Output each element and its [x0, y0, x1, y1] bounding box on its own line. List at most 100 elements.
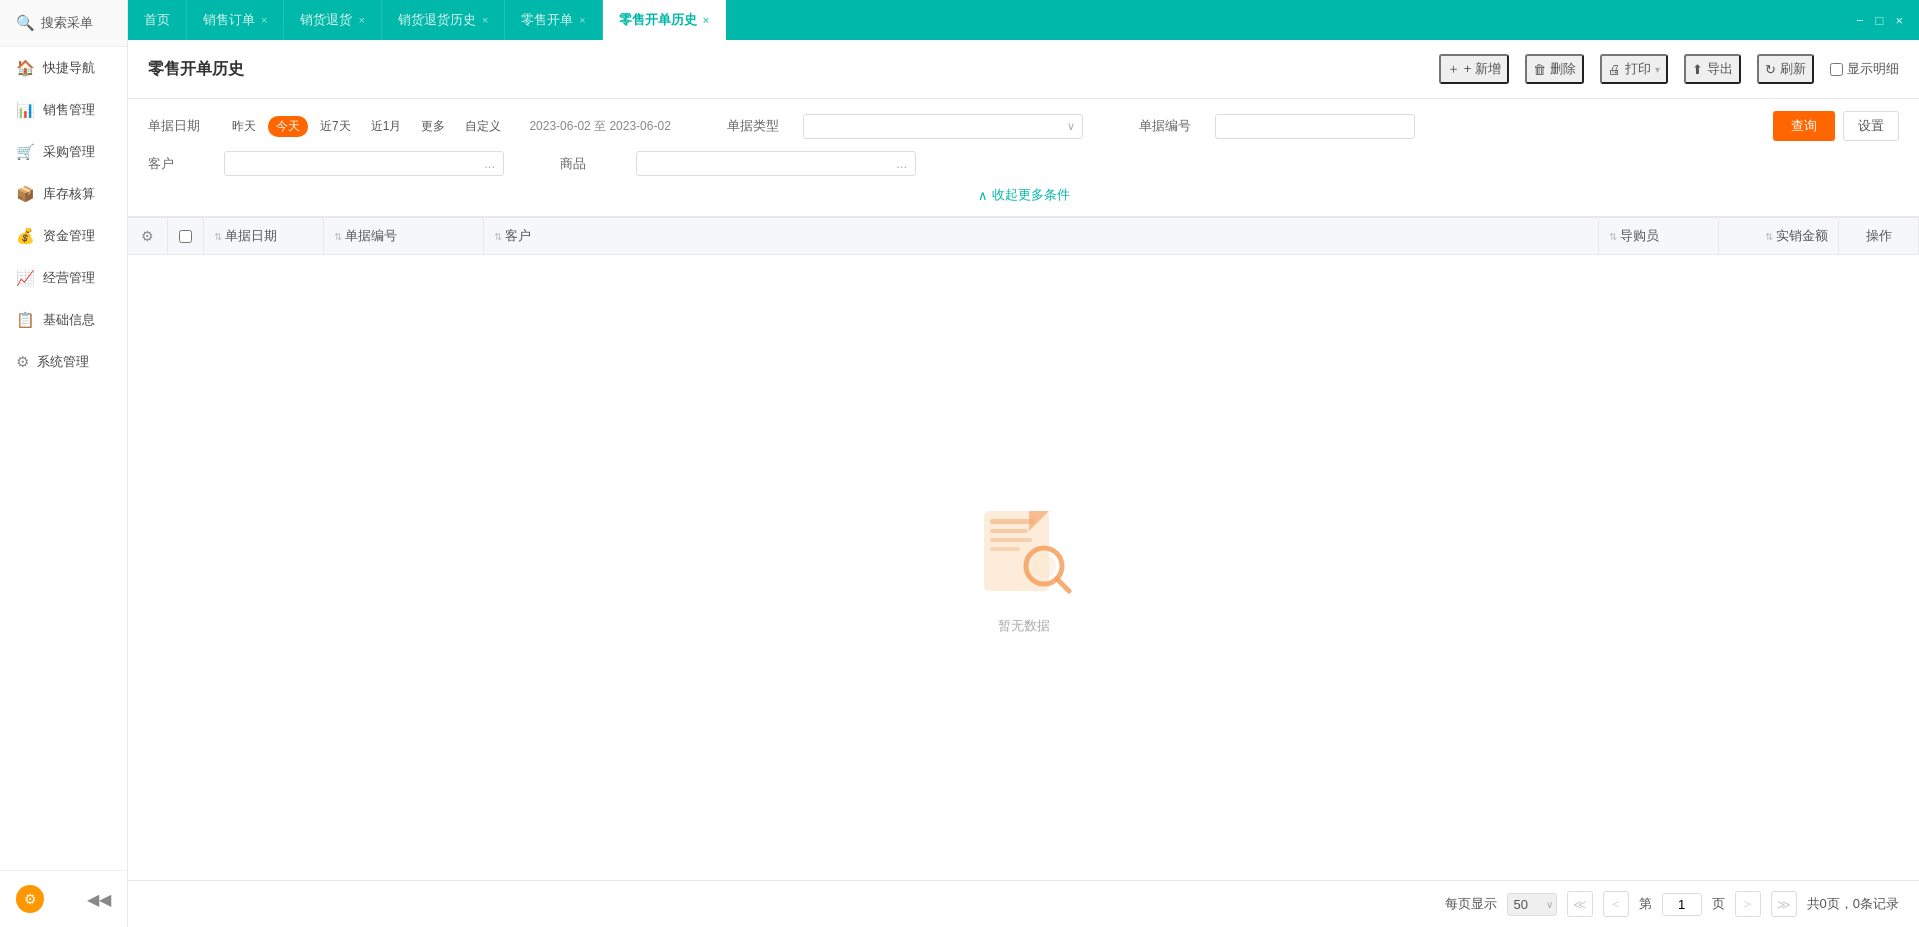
svg-rect-1 — [990, 519, 1035, 524]
refresh-button[interactable]: ↻ 刷新 — [1757, 54, 1814, 84]
delete-icon: 🗑 — [1533, 62, 1546, 77]
next-page-button[interactable]: ＞ — [1735, 891, 1761, 917]
th-no-sort-icon: ⇅ — [334, 231, 342, 242]
th-amount[interactable]: ⇅ 实销金额 — [1719, 217, 1839, 255]
content-area: 零售开单历史 ＋ + 新增 🗑 删除 🖨 打印 ▾ ⬆ 导出 — [128, 40, 1919, 927]
tab-close-retail-history[interactable]: × — [703, 14, 709, 26]
prev-page-button[interactable]: ＜ — [1603, 891, 1629, 917]
th-no-label: 单据编号 — [345, 227, 397, 245]
finance-icon: 💰 — [16, 227, 35, 245]
svg-rect-4 — [990, 547, 1020, 551]
th-amount-label: 实销金额 — [1776, 227, 1828, 245]
page-number-input[interactable] — [1662, 893, 1702, 916]
refresh-icon: ↻ — [1765, 62, 1776, 77]
sidebar-item-basic-info[interactable]: 📋基础信息 — [0, 299, 127, 341]
tab-retail-open[interactable]: 零售开单× — [505, 0, 602, 40]
page-suffix-label: 页 — [1712, 895, 1725, 913]
per-page-select[interactable]: 10 20 50 100 — [1507, 893, 1557, 916]
filter-row-1: 单据日期 昨天 今天 近7天 近1月 更多 自定义 2023-06-02 至 2… — [148, 111, 1899, 141]
doc-type-select[interactable] — [803, 114, 1083, 139]
pagination-bar: 每页显示 10 20 50 100 ≪ ＜ 第 页 ＞ ≫ 共0页，0条记录 — [128, 880, 1919, 927]
sidebar-search[interactable]: 🔍 搜索采单 — [0, 0, 127, 47]
th-guide-sort-icon: ⇅ — [1609, 231, 1617, 242]
main-area: 首页销售订单×销货退货×销货退货历史×零售开单×零售开单历史× − □ × 零售… — [128, 0, 1919, 927]
sidebar-item-inventory[interactable]: 📦库存核算 — [0, 173, 127, 215]
th-no[interactable]: ⇅ 单据编号 — [324, 217, 484, 255]
yesterday-btn[interactable]: 昨天 — [224, 116, 264, 137]
display-detail-toggle[interactable]: 显示明细 — [1830, 60, 1899, 78]
date-filter-buttons: 昨天 今天 近7天 近1月 更多 自定义 — [224, 116, 509, 137]
tab-home[interactable]: 首页 — [128, 0, 187, 40]
week-btn[interactable]: 近7天 — [312, 116, 359, 137]
table-body: 暂无数据 — [128, 255, 1919, 880]
svg-rect-3 — [990, 538, 1032, 542]
collapse-label: 收起更多条件 — [992, 186, 1070, 204]
tab-close-retail-open[interactable]: × — [579, 14, 585, 26]
select-all-checkbox[interactable] — [179, 230, 192, 243]
doc-type-label: 单据类型 — [727, 117, 787, 135]
system-mgmt-icon: ⚙ — [16, 353, 29, 371]
export-button[interactable]: ⬆ 导出 — [1684, 54, 1741, 84]
th-settings[interactable]: ⚙ — [128, 217, 168, 255]
first-page-button[interactable]: ≪ — [1567, 891, 1593, 917]
display-detail-checkbox[interactable] — [1830, 63, 1843, 76]
th-date-sort-icon: ⇅ — [214, 231, 222, 242]
sidebar-item-quick-nav[interactable]: 🏠快捷导航 — [0, 47, 127, 89]
sidebar-collapse-button[interactable]: ◀◀ — [87, 890, 111, 909]
sidebar-bottom: ⚙ ◀◀ — [0, 870, 127, 927]
sidebar-item-purchase-mgmt[interactable]: 🛒采购管理 — [0, 131, 127, 173]
month-btn[interactable]: 近1月 — [363, 116, 410, 137]
add-button[interactable]: ＋ + 新增 — [1439, 54, 1509, 84]
tab-close-sales-order[interactable]: × — [261, 14, 267, 26]
custom-btn[interactable]: 自定义 — [457, 116, 509, 137]
page-prefix-label: 第 — [1639, 895, 1652, 913]
customer-input[interactable]: ... — [224, 151, 504, 176]
empty-text: 暂无数据 — [998, 617, 1050, 635]
sidebar-search-label: 搜索采单 — [41, 14, 93, 32]
sidebar-item-system-mgmt[interactable]: ⚙系统管理 — [0, 341, 127, 383]
th-checkbox[interactable] — [168, 217, 204, 255]
doc-no-label: 单据编号 — [1139, 117, 1199, 135]
tab-sales-order[interactable]: 销售订单× — [187, 0, 284, 40]
print-icon: 🖨 — [1608, 62, 1621, 77]
sidebar-item-business[interactable]: 📈经营管理 — [0, 257, 127, 299]
customer-label: 客户 — [148, 155, 208, 173]
doc-no-input[interactable] — [1215, 114, 1415, 139]
tab-close-sales-return[interactable]: × — [358, 14, 364, 26]
export-icon: ⬆ — [1692, 62, 1703, 77]
sidebar-item-finance[interactable]: 💰资金管理 — [0, 215, 127, 257]
add-icon: ＋ — [1447, 60, 1460, 78]
date-range-display: 2023-06-02 至 2023-06-02 — [529, 118, 670, 135]
more-btn[interactable]: 更多 — [413, 116, 453, 137]
print-button[interactable]: 🖨 打印 ▾ — [1600, 54, 1668, 84]
last-page-button[interactable]: ≫ — [1771, 891, 1797, 917]
th-customer[interactable]: ⇅ 客户 — [484, 217, 1599, 255]
sidebar-item-sales-mgmt[interactable]: 📊销售管理 — [0, 89, 127, 131]
filter-area: 单据日期 昨天 今天 近7天 近1月 更多 自定义 2023-06-02 至 2… — [128, 99, 1919, 217]
th-date[interactable]: ⇅ 单据日期 — [204, 217, 324, 255]
tab-retail-history[interactable]: 零售开单历史× — [603, 0, 726, 40]
th-guide[interactable]: ⇅ 导购员 — [1599, 217, 1719, 255]
column-settings-icon[interactable]: ⚙ — [138, 226, 157, 246]
tabs-container: 首页销售订单×销货退货×销货退货历史×零售开单×零售开单历史× — [128, 0, 726, 40]
goods-input[interactable]: ... — [636, 151, 916, 176]
table-area: ⚙ ⇅ 单据日期 ⇅ 单据编号 ⇅ 客户 ⇅ — [128, 217, 1919, 880]
th-amount-sort-icon: ⇅ — [1765, 231, 1773, 242]
window-minimize-button[interactable]: − — [1856, 13, 1864, 28]
collapse-button[interactable]: ∧ 收起更多条件 — [978, 186, 1070, 204]
tab-sales-return[interactable]: 销货退货× — [284, 0, 381, 40]
delete-button[interactable]: 🗑 删除 — [1525, 54, 1584, 84]
tab-bar-right: − □ × — [1856, 13, 1919, 28]
tab-close-sales-return-history[interactable]: × — [482, 14, 488, 26]
window-maximize-button[interactable]: □ — [1876, 13, 1884, 28]
query-button[interactable]: 查询 — [1773, 111, 1835, 141]
print-dropdown-icon: ▾ — [1655, 64, 1660, 75]
settings-button[interactable]: 设置 — [1843, 111, 1899, 141]
today-btn[interactable]: 今天 — [268, 116, 308, 137]
quick-nav-icon: 🏠 — [16, 59, 35, 77]
inventory-icon: 📦 — [16, 185, 35, 203]
tab-sales-return-history[interactable]: 销货退货历史× — [382, 0, 505, 40]
settings-gear-button[interactable]: ⚙ — [16, 885, 44, 913]
per-page-label: 每页显示 — [1445, 895, 1497, 913]
window-close-button[interactable]: × — [1895, 13, 1903, 28]
